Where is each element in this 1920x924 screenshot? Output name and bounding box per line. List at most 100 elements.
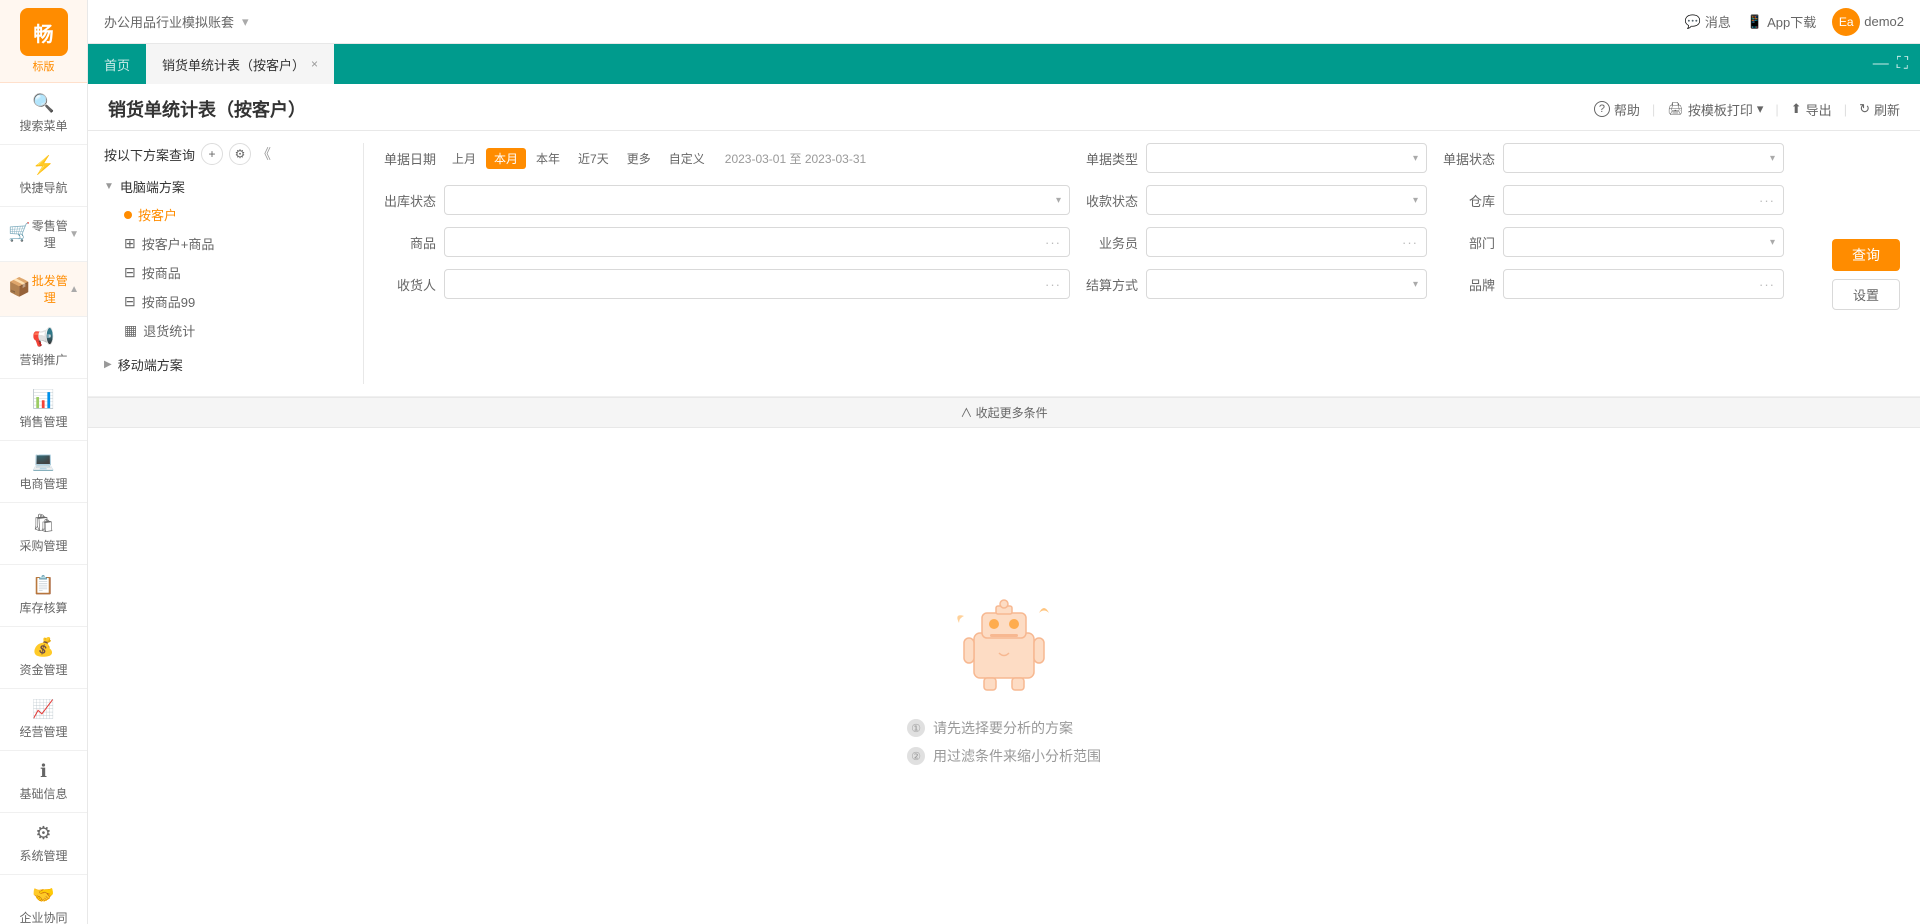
sidebar-item-basic[interactable]: ℹ 基础信息 [0,751,87,813]
brand-field: 品牌 ··· [1439,269,1784,299]
scheme-by-goods[interactable]: ⊟ 按商品 [104,258,351,287]
breadcrumb-dropdown-icon[interactable]: ▾ [242,14,249,30]
date-btn-7days[interactable]: 近7天 [570,148,617,169]
sidebar-item-inventory[interactable]: 📋 库存核算 [0,565,87,627]
chevron-down-icon: ▾ [1413,279,1418,290]
help-button[interactable]: ? 帮助 [1594,100,1640,119]
sidebar-item-sales[interactable]: 📊 销售管理 [0,379,87,441]
scheme-by-goods-99[interactable]: ⊟ 按商品99 [104,287,351,316]
sidebar-item-system[interactable]: ⚙ 系统管理 [0,813,87,875]
ecommerce-icon: 💻 [32,451,54,472]
warehouse-dropdown[interactable]: ··· [1503,185,1784,215]
chevron-down-icon: ▾ [1413,153,1418,164]
sidebar-item-label: 搜索菜单 [19,117,67,134]
date-btn-this-year[interactable]: 本年 [528,148,568,169]
settle-dropdown[interactable]: ▾ [1146,269,1427,299]
dept-label: 部门 [1439,233,1495,252]
tip-text-2: 用过滤条件来缩小分析范围 [933,746,1101,766]
tab-bar: 首页 销货单统计表（按客户） × — ⛶ [88,44,1920,84]
sidebar-item-finance[interactable]: 💰 资金管理 [0,627,87,689]
header-left: 办公用品行业模拟账套 ▾ [104,12,249,31]
sidebar-item-retail[interactable]: 🛒 零售管理 ▼ [0,207,87,262]
goods-field: 商品 ··· [380,227,1070,257]
sidebar-item-label: 批发管理 [30,272,69,306]
type-field: 单据类型 ▾ [1082,143,1427,173]
empty-tips: ① 请先选择要分析的方案 ② 用过滤条件来缩小分析范围 [907,718,1101,774]
sidebar-item-purchase[interactable]: 🛍 采购管理 [0,503,87,565]
add-scheme-button[interactable]: + [201,143,223,165]
tab-maximize-icon[interactable]: ⛶ [1897,55,1908,73]
consignee-input[interactable]: ··· [444,269,1070,299]
help-label: 帮助 [1614,100,1640,119]
warehouse-label: 仓库 [1439,191,1495,210]
basic-icon: ℹ [40,761,47,782]
dots-icon: ··· [1759,277,1775,292]
scheme-panel-header: 按以下方案查询 + ⚙ 《 [104,143,351,165]
receive-status-dropdown[interactable]: ▾ [1146,185,1427,215]
sidebar-item-ecommerce[interactable]: 💻 电商管理 [0,441,87,503]
app-download-button[interactable]: 📱 App下载 [1747,12,1816,31]
brand-input[interactable]: ··· [1503,269,1784,299]
status-dropdown[interactable]: ▾ [1503,143,1784,173]
user-menu[interactable]: Ea demo2 [1832,8,1904,36]
date-btn-last-month[interactable]: 上月 [444,148,484,169]
tab-minimize-icon[interactable]: — [1873,55,1889,73]
tip-text-1: 请先选择要分析的方案 [933,718,1073,738]
type-label: 单据类型 [1082,149,1138,168]
sidebar-nav: 🔍 搜索菜单 ⚡ 快捷导航 🛒 零售管理 ▼ 📦 批发管理 ▲ 📢 营销推广 📊… [0,83,87,924]
sidebar-item-quicknav[interactable]: ⚡ 快捷导航 [0,145,87,207]
date-btn-custom[interactable]: 自定义 [661,148,713,169]
tab-home[interactable]: 首页 [88,44,146,84]
date-btn-more[interactable]: 更多 [619,148,659,169]
scheme-panel: 按以下方案查询 + ⚙ 《 ▼ 电脑端方案 按客户 ⊞ [104,143,364,384]
pc-scheme-group-header[interactable]: ▼ 电脑端方案 [104,173,351,200]
refresh-button[interactable]: ↻ 刷新 [1859,100,1900,119]
page-header: 销货单统计表（按客户） ? 帮助 | 🖨 按模板打印 ▾ | ⬆ 导出 | [88,84,1920,131]
scheme-return-stats[interactable]: ▦ 退货统计 [104,316,351,345]
user-initials: Ea [1839,15,1854,29]
dept-dropdown[interactable]: ▾ [1503,227,1784,257]
tab-close-icon[interactable]: × [311,57,318,71]
print-arrow-icon: ▾ [1757,101,1764,117]
print-button[interactable]: 🖨 按模板打印 ▾ [1667,100,1763,119]
finance-icon: 💰 [32,637,54,658]
scheme-item-label: 按客户+商品 [142,234,215,253]
sidebar-item-wholesale[interactable]: 📦 批发管理 ▲ [0,262,87,317]
scheme-by-customer-goods[interactable]: ⊞ 按客户+商品 [104,229,351,258]
user-label: demo2 [1864,14,1904,29]
mobile-scheme-group-header[interactable]: ▶ 移动端方案 [104,351,351,378]
sidebar-item-operation[interactable]: 📈 经营管理 [0,689,87,751]
query-button[interactable]: 查询 [1832,239,1900,271]
logo-area: 畅 标版 [0,0,87,83]
empty-illustration [944,578,1064,698]
action-buttons: 查询 设置 [1832,239,1900,310]
sidebar-item-enterprise[interactable]: 🤝 企业协同 [0,875,87,924]
breadcrumb: 办公用品行业模拟账套 [104,12,234,31]
sidebar-item-marketing[interactable]: 📢 营销推广 [0,317,87,379]
message-button[interactable]: 💬 消息 [1685,12,1731,31]
enterprise-icon: 🤝 [32,885,54,906]
salesman-input[interactable]: ··· [1146,227,1427,257]
settings-scheme-button[interactable]: ⚙ [229,143,251,165]
sidebar-item-search[interactable]: 🔍 搜索菜单 [0,83,87,145]
type-dropdown[interactable]: ▾ [1146,143,1427,173]
sidebar-item-label: 库存核算 [19,599,67,616]
out-status-dropdown[interactable]: ▾ [444,185,1070,215]
out-status-label: 出库状态 [380,191,436,210]
scheme-by-customer[interactable]: 按客户 [104,200,351,229]
goods-input[interactable]: ··· [444,227,1070,257]
pc-group-label: 电脑端方案 [120,177,351,196]
tab-sales-report[interactable]: 销货单统计表（按客户） × [146,44,334,84]
settings-button[interactable]: 设置 [1832,279,1900,310]
bar-icon: ▦ [124,322,137,339]
date-buttons: 上月 本月 本年 近7天 更多 自定义 [444,148,713,169]
collapse-scheme-icon[interactable]: 《 [257,144,271,164]
sidebar-item-label: 资金管理 [19,661,67,678]
collapse-bar[interactable]: ∧ 收起更多条件 [88,397,1920,428]
export-icon: ⬆ [1791,101,1802,117]
tab-bar-actions: — ⛶ [1873,55,1920,73]
goods-label: 商品 [380,233,436,252]
export-button[interactable]: ⬆ 导出 [1791,100,1832,119]
table2-icon: ⊟ [124,293,136,310]
date-btn-this-month[interactable]: 本月 [486,148,526,169]
